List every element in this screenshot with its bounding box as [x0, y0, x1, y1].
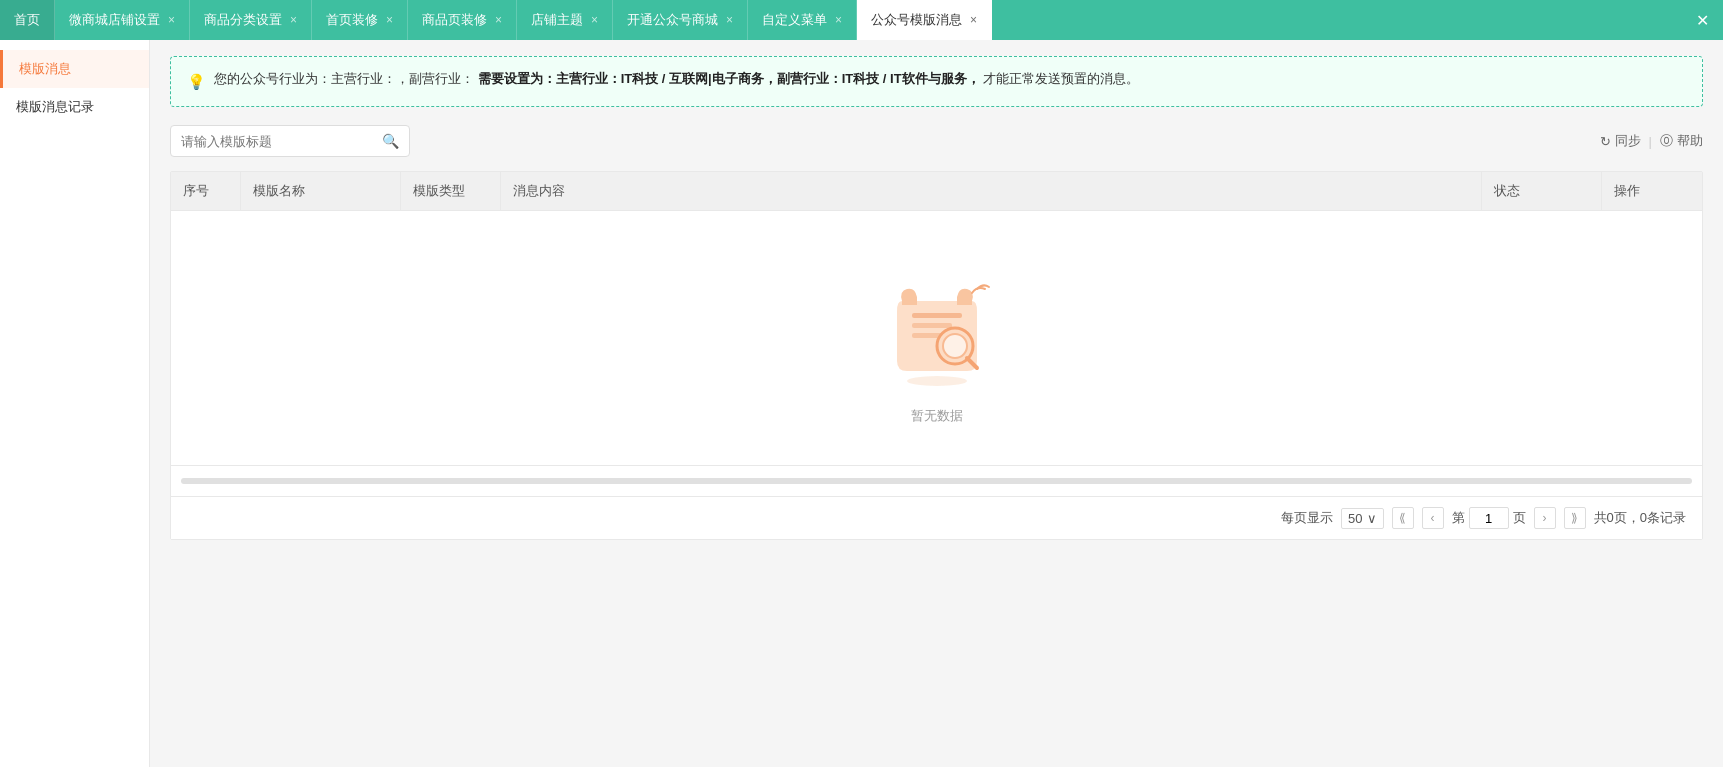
help-icon: ⓪ [1660, 132, 1673, 150]
tab-store-theme[interactable]: 店铺主题× [517, 0, 613, 40]
page-size-select[interactable]: 50 ∨ [1341, 508, 1383, 529]
empty-illustration [877, 271, 997, 391]
table-wrap: 序号 模版名称 模版类型 消息内容 状态 操作 [170, 171, 1703, 540]
divider: | [1649, 134, 1652, 149]
table-header: 序号 模版名称 模版类型 消息内容 状态 操作 [171, 172, 1702, 211]
sidebar: 模版消息模版消息记录 [0, 40, 150, 767]
notice-box: 💡 您的公众号行业为：主营行业：，副营行业： 需要设置为：主营行业：IT科技 /… [170, 56, 1703, 107]
page-number-input[interactable] [1469, 507, 1509, 529]
empty-text: 暂无数据 [911, 407, 963, 425]
svg-point-5 [943, 334, 967, 358]
tab-product-decor[interactable]: 商品页装修× [408, 0, 517, 40]
tab-open-mall[interactable]: 开通公众号商城× [613, 0, 748, 40]
lightbulb-icon: 💡 [187, 70, 206, 94]
col-action: 操作 [1602, 172, 1702, 210]
tab-template-msg[interactable]: 公众号模版消息× [857, 0, 992, 40]
horizontal-scrollbar[interactable] [181, 478, 1692, 484]
chevron-down-icon: ∨ [1367, 511, 1377, 526]
next-page-button[interactable]: › [1534, 507, 1556, 529]
tab-custom-menu[interactable]: 自定义菜单× [748, 0, 857, 40]
sync-icon: ↻ [1600, 134, 1611, 149]
col-status: 状态 [1482, 172, 1602, 210]
main-layout: 模版消息模版消息记录 💡 您的公众号行业为：主营行业：，副营行业： 需要设置为：… [0, 40, 1723, 767]
search-bar: 🔍 ↻ 同步 | ⓪ 帮助 [170, 125, 1703, 157]
sync-button[interactable]: ↻ 同步 [1600, 132, 1641, 150]
page-size-value: 50 [1348, 511, 1362, 526]
tab-close-custom-menu[interactable]: × [835, 13, 842, 27]
search-actions: ↻ 同步 | ⓪ 帮助 [1600, 132, 1703, 150]
help-button[interactable]: ⓪ 帮助 [1660, 132, 1703, 150]
tab-close-home-decor[interactable]: × [386, 13, 393, 27]
prev-page-button[interactable]: ‹ [1422, 507, 1444, 529]
col-type: 模版类型 [401, 172, 501, 210]
tab-close-product-decor[interactable]: × [495, 13, 502, 27]
tab-category[interactable]: 商品分类设置× [190, 0, 312, 40]
first-page-button[interactable]: ⟪ [1392, 507, 1414, 529]
search-input[interactable] [181, 134, 382, 149]
tab-close-template-msg[interactable]: × [970, 13, 977, 27]
col-content: 消息内容 [501, 172, 1482, 210]
page-input-area: 第 页 [1452, 507, 1526, 529]
svg-point-0 [907, 376, 967, 386]
svg-rect-2 [912, 323, 952, 328]
help-label: 帮助 [1677, 132, 1703, 150]
search-input-wrap[interactable]: 🔍 [170, 125, 410, 157]
page-total: 共0页，0条记录 [1594, 509, 1686, 527]
tab-home-decor[interactable]: 首页装修× [312, 0, 408, 40]
tab-close-category[interactable]: × [290, 13, 297, 27]
col-name: 模版名称 [241, 172, 401, 210]
tab-micro-shop[interactable]: 微商城店铺设置× [55, 0, 190, 40]
svg-rect-1 [912, 313, 962, 318]
col-index: 序号 [171, 172, 241, 210]
global-close-button[interactable]: ✕ [1682, 11, 1723, 30]
tab-bar: 首页微商城店铺设置×商品分类设置×首页装修×商品页装修×店铺主题×开通公众号商城… [0, 0, 1723, 40]
tab-close-open-mall[interactable]: × [726, 13, 733, 27]
notice-highlight: 需要设置为：主营行业：IT科技 / 互联网|电子商务，副营行业：IT科技 / I… [478, 71, 980, 86]
tab-close-store-theme[interactable]: × [591, 13, 598, 27]
notice-suffix: 才能正常发送预置的消息。 [983, 71, 1139, 86]
sidebar-item-template-record[interactable]: 模版消息记录 [0, 88, 149, 126]
last-page-button[interactable]: ⟫ [1564, 507, 1586, 529]
pagination: 每页显示 50 ∨ ⟪ ‹ 第 页 › [171, 496, 1702, 539]
search-icon[interactable]: 🔍 [382, 133, 399, 149]
sidebar-item-template-msg[interactable]: 模版消息 [0, 50, 149, 88]
tab-home[interactable]: 首页 [0, 0, 55, 40]
empty-state: 暂无数据 [171, 211, 1702, 465]
goto-prefix: 第 [1452, 509, 1465, 527]
tab-close-micro-shop[interactable]: × [168, 13, 175, 27]
content-area: 💡 您的公众号行业为：主营行业：，副营行业： 需要设置为：主营行业：IT科技 /… [150, 40, 1723, 767]
page-size-label: 每页显示 [1281, 509, 1333, 527]
notice-prefix: 您的公众号行业为：主营行业：，副营行业： [214, 71, 474, 86]
scrollbar-area[interactable] [171, 465, 1702, 496]
goto-suffix: 页 [1513, 509, 1526, 527]
notice-text: 您的公众号行业为：主营行业：，副营行业： 需要设置为：主营行业：IT科技 / 互… [214, 69, 1139, 90]
sync-label: 同步 [1615, 132, 1641, 150]
